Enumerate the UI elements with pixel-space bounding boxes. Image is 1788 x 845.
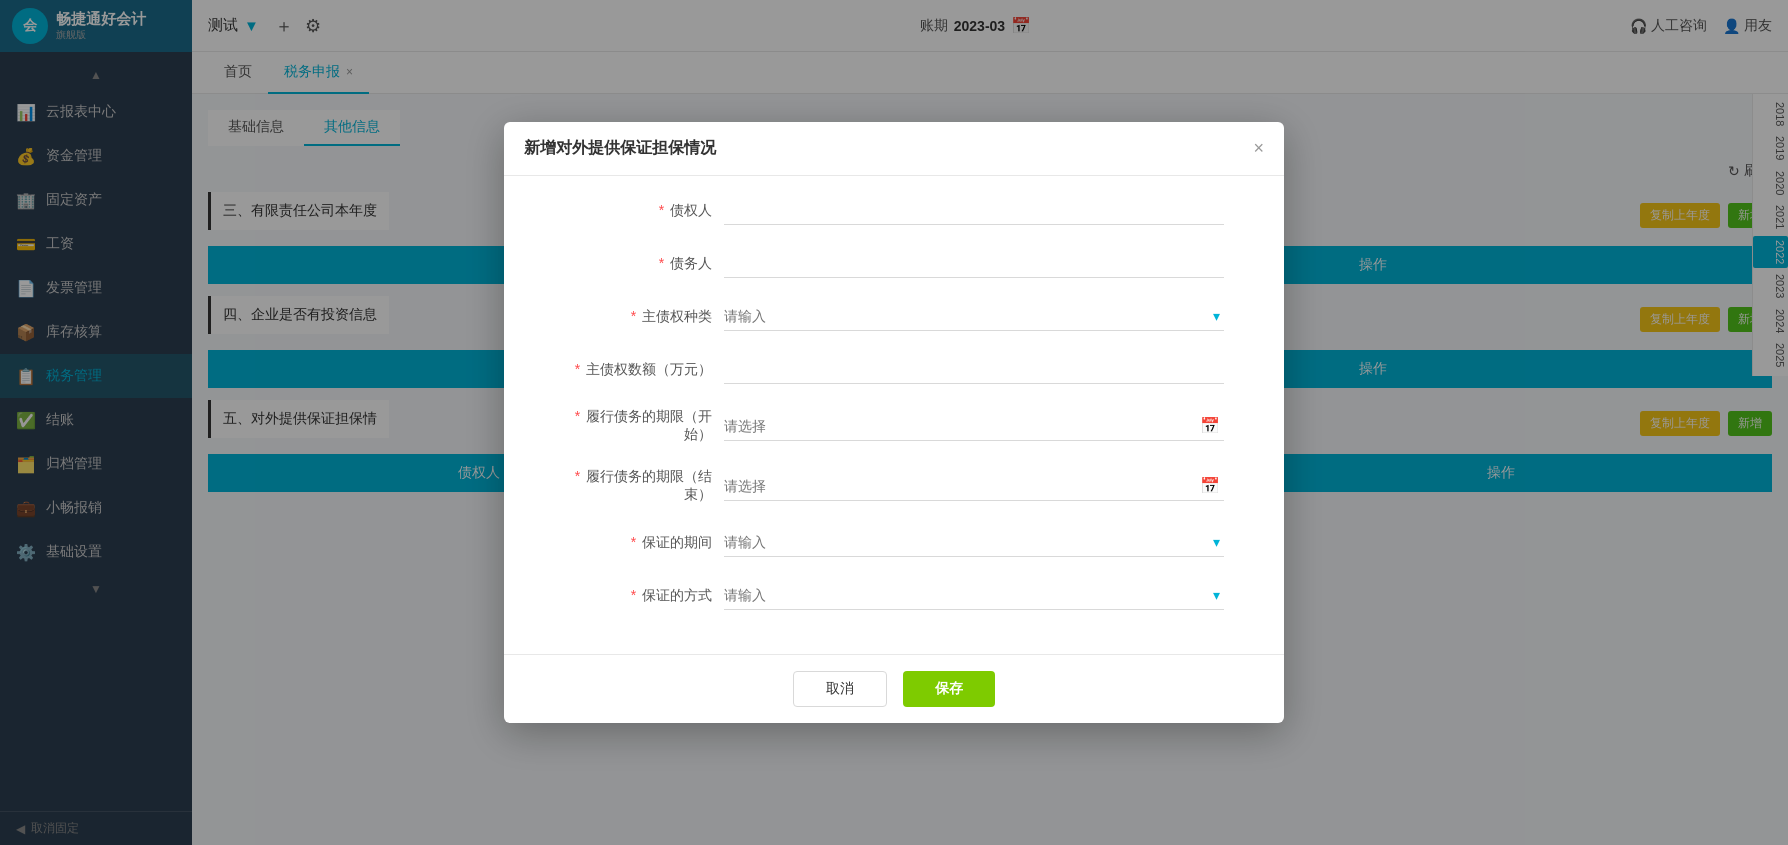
modal-overlay: 新增对外提供保证担保情况 × * 债权人 * 债务人 [0, 0, 1788, 845]
cancel-button[interactable]: 取消 [793, 671, 887, 707]
period-start-input[interactable] [724, 412, 1224, 440]
period-end-date-wrapper[interactable]: 📅 [724, 472, 1224, 501]
modal-header: 新增对外提供保证担保情况 × [504, 122, 1284, 176]
form-label-debt-amount: * 主债权数额（万元） [564, 361, 724, 379]
modal-footer: 取消 保存 [504, 654, 1284, 723]
modal-body: * 债权人 * 债务人 * 主债权种类 [504, 176, 1284, 654]
period-end-calendar-icon[interactable]: 📅 [1200, 476, 1220, 495]
period-end-input[interactable] [724, 472, 1224, 500]
form-row-period-start: * 履行债务的期限（开始） 📅 [564, 408, 1224, 444]
form-label-period-start: * 履行债务的期限（开始） [564, 408, 724, 444]
modal-title: 新增对外提供保证担保情况 [524, 138, 716, 159]
save-button[interactable]: 保存 [903, 671, 995, 707]
form-row-guarantee-period: * 保证的期间 ▾ [564, 528, 1224, 557]
guarantee-period-dropdown-icon[interactable]: ▾ [1213, 534, 1220, 550]
guarantee-method-dropdown-icon[interactable]: ▾ [1213, 587, 1220, 603]
modal-dialog: 新增对外提供保证担保情况 × * 债权人 * 债务人 [504, 122, 1284, 723]
debtor-input[interactable] [724, 249, 1224, 278]
form-row-creditor: * 债权人 [564, 196, 1224, 225]
creditor-input[interactable] [724, 196, 1224, 225]
form-row-debt-amount: * 主债权数额（万元） [564, 355, 1224, 384]
guarantee-period-select-wrapper[interactable]: ▾ [724, 528, 1224, 557]
form-label-period-end: * 履行债务的期限（结束） [564, 468, 724, 504]
form-label-debt-type: * 主债权种类 [564, 308, 724, 326]
form-label-creditor: * 债权人 [564, 202, 724, 220]
guarantee-method-select-wrapper[interactable]: ▾ [724, 581, 1224, 610]
modal-close-button[interactable]: × [1253, 138, 1264, 159]
guarantee-method-input[interactable] [724, 581, 1224, 609]
debt-type-input[interactable] [724, 302, 1224, 330]
form-row-guarantee-method: * 保证的方式 ▾ [564, 581, 1224, 610]
form-row-period-end: * 履行债务的期限（结束） 📅 [564, 468, 1224, 504]
form-row-debt-type: * 主债权种类 ▾ [564, 302, 1224, 331]
form-label-guarantee-method: * 保证的方式 [564, 587, 724, 605]
period-start-calendar-icon[interactable]: 📅 [1200, 416, 1220, 435]
guarantee-period-input[interactable] [724, 528, 1224, 556]
debt-type-select-wrapper[interactable]: ▾ [724, 302, 1224, 331]
form-label-debtor: * 债务人 [564, 255, 724, 273]
period-start-date-wrapper[interactable]: 📅 [724, 412, 1224, 441]
debt-type-dropdown-icon[interactable]: ▾ [1213, 308, 1220, 324]
form-row-debtor: * 债务人 [564, 249, 1224, 278]
debt-amount-input[interactable] [724, 355, 1224, 384]
form-label-guarantee-period: * 保证的期间 [564, 534, 724, 552]
